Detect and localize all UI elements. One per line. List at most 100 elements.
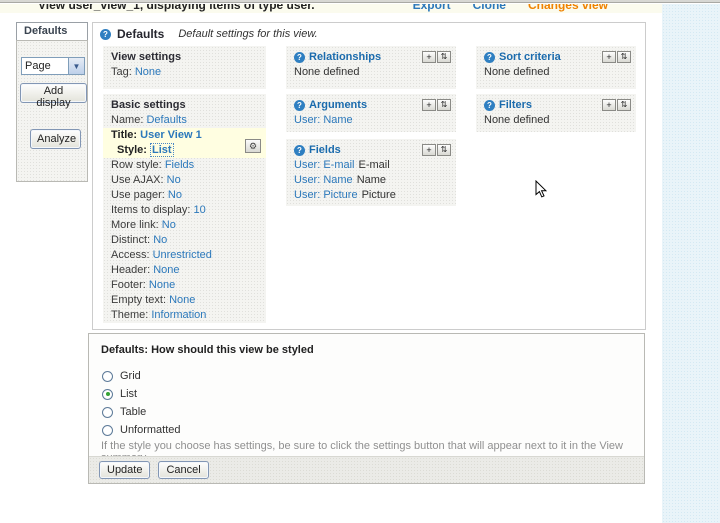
radio-label: Unformatted bbox=[120, 424, 181, 436]
cancel-button[interactable]: Cancel bbox=[158, 461, 208, 479]
setting-label: Footer: bbox=[111, 279, 146, 291]
relationships-title-link[interactable]: Relationships bbox=[309, 50, 381, 65]
panel-filters: ? Filters None defined + ⇅ bbox=[476, 94, 636, 132]
setting-value-link[interactable]: 10 bbox=[194, 204, 206, 216]
radio-button-selected[interactable] bbox=[102, 389, 113, 400]
setting-value-link[interactable]: Information bbox=[151, 309, 206, 321]
help-icon[interactable]: ? bbox=[294, 145, 305, 156]
display-type-value: Page bbox=[22, 60, 68, 72]
field-item-link[interactable]: User: E-mail bbox=[294, 159, 355, 171]
panel-fields: ? Fields User: E-mail E-mail User: Name Na… bbox=[286, 139, 456, 206]
basic-settings-title: Basic settings bbox=[111, 98, 258, 113]
radio-option-list[interactable]: List bbox=[102, 388, 137, 400]
panel-relationships: ? Relationships None defined + ⇅ bbox=[286, 46, 456, 89]
style-value-link[interactable]: List bbox=[150, 143, 174, 157]
setting-value-link[interactable]: No bbox=[167, 174, 181, 186]
update-button[interactable]: Update bbox=[99, 461, 150, 479]
page-background-strip bbox=[662, 4, 720, 523]
setting-label: Use pager: bbox=[111, 189, 165, 201]
setting-value-link[interactable]: No bbox=[153, 234, 167, 246]
radio-label: Table bbox=[120, 406, 146, 418]
field-item-link[interactable]: User: Name bbox=[294, 174, 353, 186]
sort-criteria-title-link[interactable]: Sort criteria bbox=[499, 50, 561, 65]
radio-option-grid[interactable]: Grid bbox=[102, 370, 141, 382]
filters-title-link[interactable]: Filters bbox=[499, 98, 532, 113]
add-icon[interactable]: + bbox=[422, 144, 436, 156]
analyze-button[interactable]: Analyze bbox=[30, 129, 81, 149]
fields-title-link[interactable]: Fields bbox=[309, 143, 341, 158]
radio-button[interactable] bbox=[102, 371, 113, 382]
export-link[interactable]: Export bbox=[413, 4, 451, 12]
clone-link[interactable]: Clone bbox=[473, 4, 506, 12]
help-icon[interactable]: ? bbox=[484, 100, 495, 111]
field-item-label: E-mail bbox=[359, 159, 390, 171]
views-edit-page: { "topbar": { "title": "View user_view_1… bbox=[0, 0, 720, 523]
rearrange-icon[interactable]: ⇅ bbox=[437, 144, 451, 156]
setting-label: Use AJAX: bbox=[111, 174, 164, 186]
help-icon[interactable]: ? bbox=[294, 100, 305, 111]
panel-view-settings: View settings Tag: None bbox=[103, 46, 266, 89]
setting-label: Distinct: bbox=[111, 234, 150, 246]
style-form-title: Defaults: How should this view be styled bbox=[101, 344, 314, 356]
tag-value-link[interactable]: None bbox=[135, 66, 161, 78]
add-display-button[interactable]: Add display bbox=[20, 83, 87, 103]
changes-view-link[interactable]: Changes view bbox=[528, 4, 608, 12]
field-item-label: Name bbox=[357, 174, 386, 186]
rearrange-icon[interactable]: ⇅ bbox=[437, 51, 451, 63]
add-icon[interactable]: + bbox=[602, 99, 616, 111]
setting-value-link[interactable]: None bbox=[149, 279, 175, 291]
setting-label: Title: bbox=[111, 129, 137, 141]
display-type-select[interactable]: Page ▼ bbox=[21, 57, 85, 75]
setting-label: Access: bbox=[111, 249, 150, 261]
chevron-down-icon[interactable]: ▼ bbox=[68, 58, 84, 74]
setting-label: Theme: bbox=[111, 309, 148, 321]
radio-option-unformatted[interactable]: Unformatted bbox=[102, 424, 181, 436]
radio-button[interactable] bbox=[102, 407, 113, 418]
sort-criteria-empty: None defined bbox=[484, 65, 628, 80]
summary-title: Defaults bbox=[117, 27, 164, 41]
setting-value-link[interactable]: Fields bbox=[165, 159, 194, 171]
clipped-toolbar-edge bbox=[0, 0, 720, 3]
add-icon[interactable]: + bbox=[602, 51, 616, 63]
setting-value-link[interactable]: None bbox=[169, 294, 195, 306]
field-item-label: Picture bbox=[362, 189, 396, 201]
help-icon[interactable]: ? bbox=[100, 29, 111, 40]
filters-empty: None defined bbox=[484, 113, 628, 128]
setting-label: More link: bbox=[111, 219, 159, 231]
radio-button[interactable] bbox=[102, 425, 113, 436]
radio-label: Grid bbox=[120, 370, 141, 382]
style-settings-form: Defaults: How should this view be styled… bbox=[88, 333, 645, 484]
setting-value-link[interactable]: No bbox=[162, 219, 176, 231]
tab-defaults[interactable]: Defaults bbox=[16, 22, 88, 40]
setting-value-link[interactable]: Unrestricted bbox=[153, 249, 212, 261]
panel-sort-criteria: ? Sort criteria None defined + ⇅ bbox=[476, 46, 636, 89]
radio-option-table[interactable]: Table bbox=[102, 406, 146, 418]
view-title: View user_view_1, displaying items of ty… bbox=[38, 4, 315, 12]
panel-arguments: ? Arguments User: Name + ⇅ bbox=[286, 94, 456, 132]
setting-value-link[interactable]: Defaults bbox=[146, 114, 186, 126]
rearrange-icon[interactable]: ⇅ bbox=[617, 99, 631, 111]
form-actions-bar: Update Cancel bbox=[89, 456, 644, 483]
setting-value-link[interactable]: User View 1 bbox=[140, 129, 202, 141]
add-icon[interactable]: + bbox=[422, 99, 436, 111]
view-title-bar: View user_view_1, displaying items of ty… bbox=[0, 4, 662, 13]
rearrange-icon[interactable]: ⇅ bbox=[617, 51, 631, 63]
setting-label: Name: bbox=[111, 114, 143, 126]
rearrange-icon[interactable]: ⇅ bbox=[437, 99, 451, 111]
add-icon[interactable]: + bbox=[422, 51, 436, 63]
radio-label: List bbox=[120, 388, 137, 400]
summary-header: ? Defaults Default settings for this vie… bbox=[93, 23, 645, 41]
setting-label: Row style: bbox=[111, 159, 162, 171]
summary-description: Default settings for this view. bbox=[178, 28, 317, 40]
setting-value-link[interactable]: No bbox=[168, 189, 182, 201]
gear-icon[interactable]: ⚙ bbox=[245, 139, 261, 153]
setting-label: Empty text: bbox=[111, 294, 166, 306]
setting-value-link[interactable]: None bbox=[153, 264, 179, 276]
relationships-empty: None defined bbox=[294, 65, 448, 80]
help-icon[interactable]: ? bbox=[294, 52, 305, 63]
arguments-title-link[interactable]: Arguments bbox=[309, 98, 367, 113]
field-item-link[interactable]: User: Picture bbox=[294, 189, 358, 201]
argument-item-link[interactable]: User: Name bbox=[294, 114, 353, 126]
help-icon[interactable]: ? bbox=[484, 52, 495, 63]
view-summary-box: ? Defaults Default settings for this vie… bbox=[92, 22, 646, 330]
